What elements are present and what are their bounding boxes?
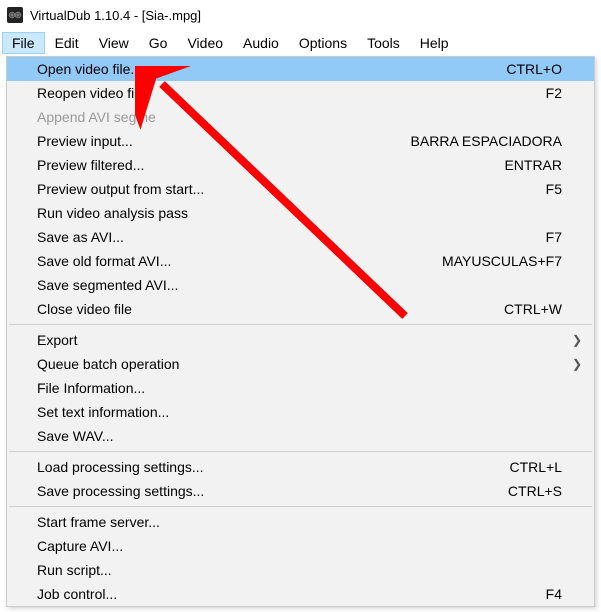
menu-item-label: Reopen video file	[37, 85, 546, 101]
app-icon	[6, 6, 24, 24]
menu-separator	[9, 324, 592, 325]
chevron-right-icon: ❯	[572, 357, 582, 371]
menu-save-seg-avi[interactable]: Save segmented AVI...	[7, 273, 594, 297]
menu-item-label: Queue batch operation	[37, 356, 562, 372]
menu-item-shortcut: F5	[546, 181, 562, 197]
menu-item-label: Save as AVI...	[37, 229, 546, 245]
menu-item-label: Run script...	[37, 562, 562, 578]
menu-separator	[9, 506, 592, 507]
menu-save-old-avi[interactable]: Save old format AVI... MAYUSCULAS+F7	[7, 249, 594, 273]
menu-run-analysis[interactable]: Run video analysis pass	[7, 201, 594, 225]
menu-item-label: Save WAV...	[37, 428, 562, 444]
menu-item-label: Capture AVI...	[37, 538, 562, 554]
menu-run-script[interactable]: Run script...	[7, 558, 594, 582]
menu-item-label: Save segmented AVI...	[37, 277, 562, 293]
menu-video[interactable]: Video	[177, 32, 233, 54]
menu-set-text[interactable]: Set text information...	[7, 400, 594, 424]
menu-help[interactable]: Help	[410, 32, 459, 54]
menu-item-label: Open video file...	[37, 61, 506, 77]
menu-file-info[interactable]: File Information...	[7, 376, 594, 400]
menu-item-label: Start frame server...	[37, 514, 562, 530]
menu-item-label: File Information...	[37, 380, 562, 396]
menu-preview-output[interactable]: Preview output from start... F5	[7, 177, 594, 201]
menu-item-shortcut: CTRL+O	[506, 61, 562, 77]
menu-item-label: Preview filtered...	[37, 157, 504, 173]
menu-item-label: Job control...	[37, 586, 546, 602]
menu-item-shortcut: ENTRAR	[504, 157, 562, 173]
menu-view[interactable]: View	[89, 32, 139, 54]
menu-export[interactable]: Export ❯	[7, 328, 594, 352]
file-dropdown: Open video file... CTRL+O Reopen video f…	[6, 56, 595, 607]
window-title: VirtualDub 1.10.4 - [Sia-.mpg]	[30, 8, 201, 23]
menu-item-label: Preview input...	[37, 133, 411, 149]
menu-go[interactable]: Go	[139, 32, 178, 54]
menu-item-shortcut: F4	[546, 586, 562, 602]
titlebar: VirtualDub 1.10.4 - [Sia-.mpg]	[0, 0, 601, 30]
menu-load-proc[interactable]: Load processing settings... CTRL+L	[7, 455, 594, 479]
menubar: File Edit View Go Video Audio Options To…	[0, 30, 601, 56]
chevron-right-icon: ❯	[572, 333, 582, 347]
menu-reopen-video[interactable]: Reopen video file F2	[7, 81, 594, 105]
menu-edit[interactable]: Edit	[45, 32, 89, 54]
menu-append-avi: Append AVI segme	[7, 105, 594, 129]
menu-file[interactable]: File	[2, 32, 45, 54]
menu-save-wav[interactable]: Save WAV...	[7, 424, 594, 448]
menu-capture-avi[interactable]: Capture AVI...	[7, 534, 594, 558]
menu-item-label: Preview output from start...	[37, 181, 546, 197]
menu-preview-input[interactable]: Preview input... BARRA ESPACIADORA	[7, 129, 594, 153]
menu-item-label: Close video file	[37, 301, 504, 317]
menu-separator	[9, 451, 592, 452]
menu-start-frame[interactable]: Start frame server...	[7, 510, 594, 534]
menu-item-label: Set text information...	[37, 404, 562, 420]
menu-audio[interactable]: Audio	[233, 32, 289, 54]
menu-item-label: Save processing settings...	[37, 483, 508, 499]
menu-item-shortcut: BARRA ESPACIADORA	[411, 133, 562, 149]
menu-item-label: Save old format AVI...	[37, 253, 442, 269]
menu-item-label: Append AVI segme	[37, 109, 562, 125]
menu-close-video[interactable]: Close video file CTRL+W	[7, 297, 594, 321]
menu-job-control[interactable]: Job control... F4	[7, 582, 594, 606]
menu-tools[interactable]: Tools	[357, 32, 410, 54]
menu-preview-filtered[interactable]: Preview filtered... ENTRAR	[7, 153, 594, 177]
menu-queue-batch[interactable]: Queue batch operation ❯	[7, 352, 594, 376]
menu-item-label: Export	[37, 332, 562, 348]
menu-item-shortcut: MAYUSCULAS+F7	[442, 253, 562, 269]
menu-open-video[interactable]: Open video file... CTRL+O	[7, 57, 594, 81]
menu-item-shortcut: CTRL+S	[508, 483, 562, 499]
menu-item-shortcut: F2	[546, 85, 562, 101]
menu-item-shortcut: CTRL+W	[504, 301, 562, 317]
menu-item-shortcut: F7	[546, 229, 562, 245]
menu-save-proc[interactable]: Save processing settings... CTRL+S	[7, 479, 594, 503]
menu-options[interactable]: Options	[289, 32, 357, 54]
menu-item-label: Load processing settings...	[37, 459, 509, 475]
menu-item-shortcut: CTRL+L	[509, 459, 562, 475]
menu-save-avi[interactable]: Save as AVI... F7	[7, 225, 594, 249]
menu-item-label: Run video analysis pass	[37, 205, 562, 221]
